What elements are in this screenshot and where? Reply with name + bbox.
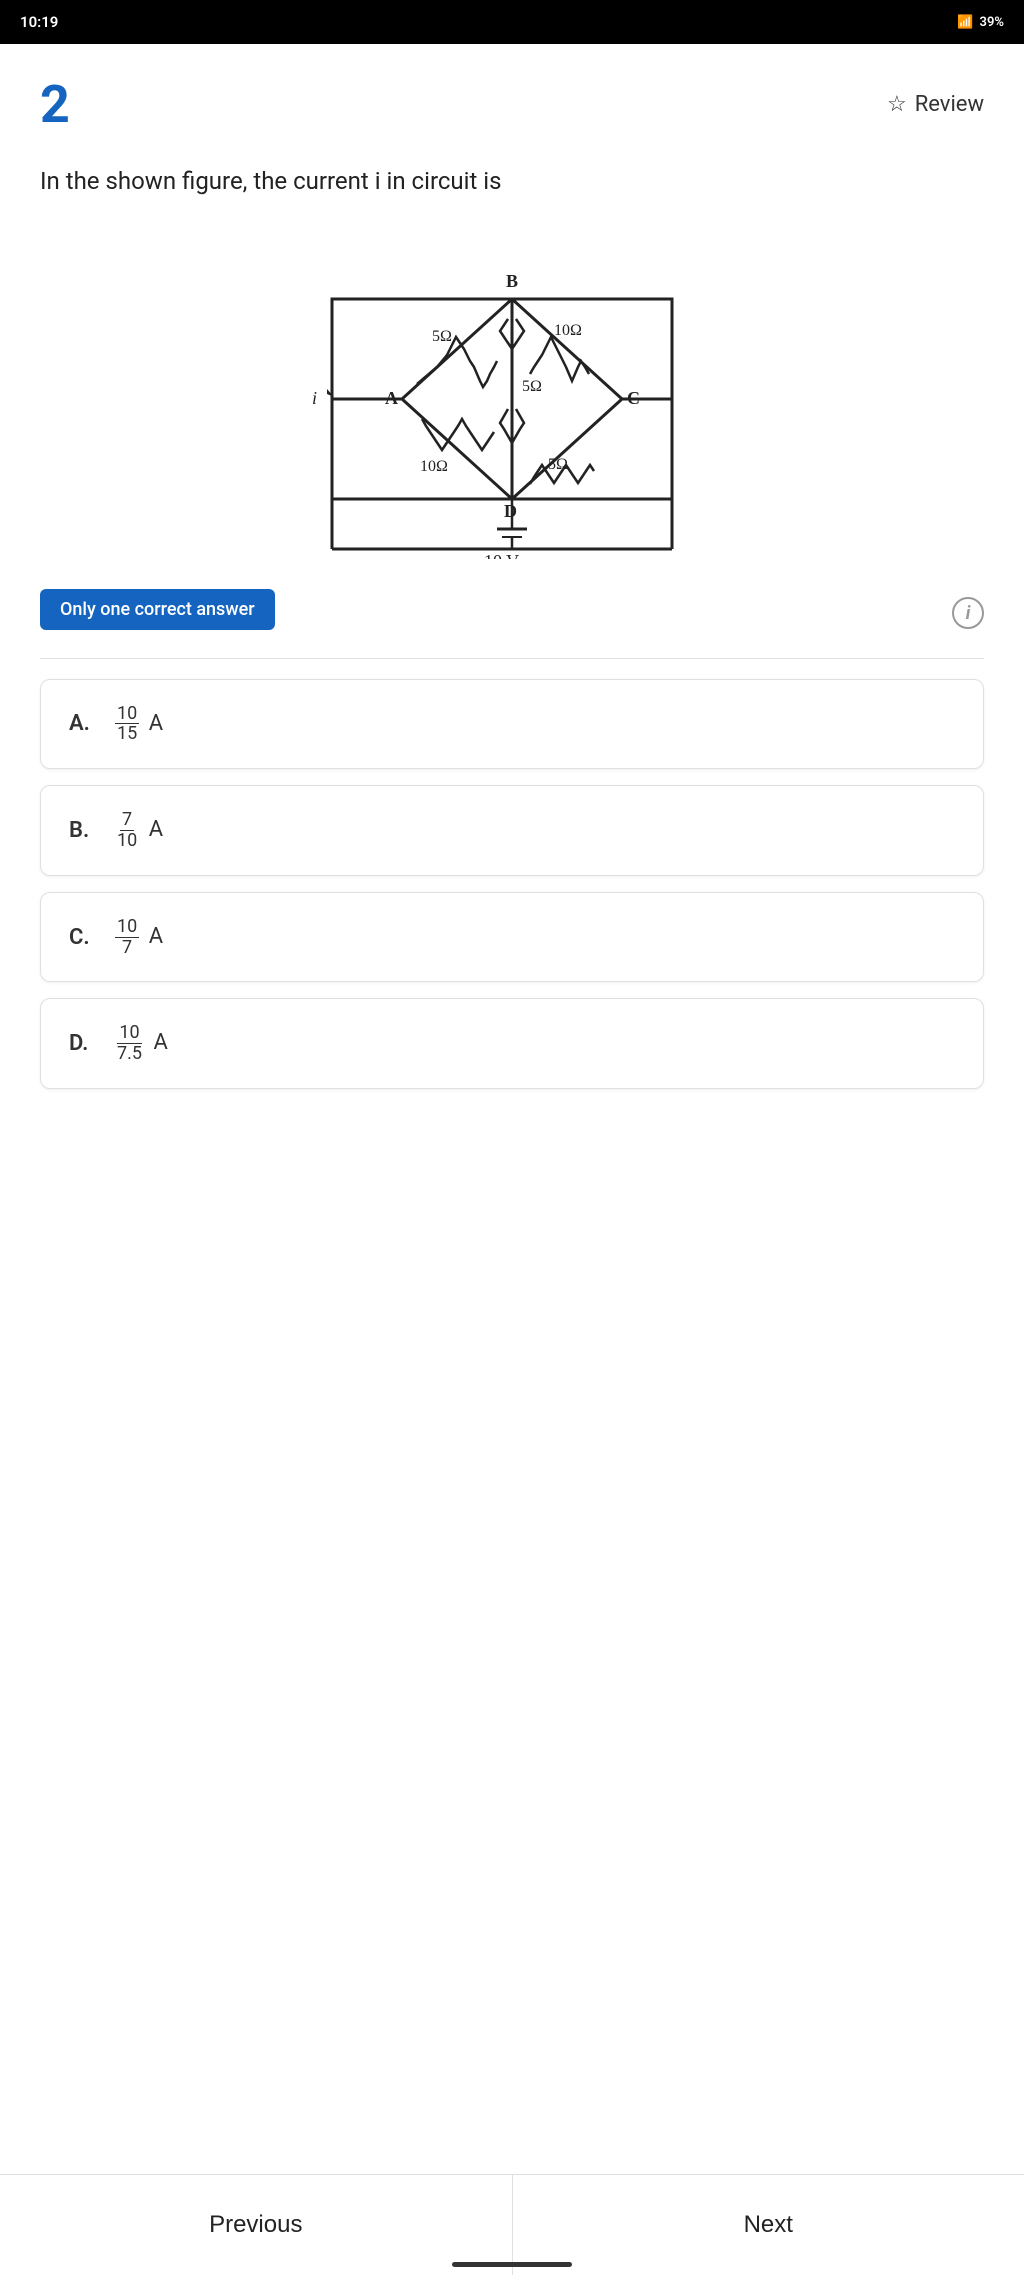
option-c-fraction: 10 7 <box>115 917 139 958</box>
question-header: 2 ☆ Review <box>40 74 984 135</box>
circuit-diagram: 5Ω 10Ω 5Ω 10Ω 5Ω A B C D <box>40 219 984 559</box>
svg-text:D: D <box>504 501 517 521</box>
status-icons: 📶 39% <box>957 15 1004 30</box>
question-number: 2 <box>40 74 70 135</box>
bottom-indicator <box>452 2262 572 2267</box>
svg-text:10Ω: 10Ω <box>554 322 582 339</box>
svg-text:B: B <box>506 271 518 291</box>
option-b-letter: B. <box>69 818 99 843</box>
option-d-content: 10 7.5 A <box>115 1023 168 1064</box>
status-time: 10:19 <box>20 13 58 31</box>
info-icon[interactable]: i <box>952 597 984 629</box>
answer-type-badge: Only one correct answer <box>40 589 275 630</box>
previous-button[interactable]: Previous <box>0 2175 513 2275</box>
svg-text:5Ω: 5Ω <box>548 456 568 473</box>
option-a[interactable]: A. 10 15 A <box>40 679 984 770</box>
option-d[interactable]: D. 10 7.5 A <box>40 998 984 1089</box>
main-content: 2 ☆ Review In the shown figure, the curr… <box>0 44 1024 1329</box>
option-a-fraction: 10 15 <box>115 704 139 745</box>
options-list: A. 10 15 A B. 7 10 A C. <box>40 679 984 1089</box>
svg-text:5Ω: 5Ω <box>432 328 452 345</box>
info-row: Only one correct answer i <box>40 589 984 638</box>
battery-text: 39% <box>980 15 1004 30</box>
svg-text:10 V: 10 V <box>484 551 519 559</box>
svg-text:5Ω: 5Ω <box>522 378 542 395</box>
option-a-letter: A. <box>69 711 99 736</box>
svg-text:10Ω: 10Ω <box>420 458 448 475</box>
option-d-letter: D. <box>69 1031 99 1056</box>
circuit-svg: 5Ω 10Ω 5Ω 10Ω 5Ω A B C D <box>302 219 722 559</box>
question-text: In the shown figure, the current i in ci… <box>40 165 984 199</box>
signal-icon: 📶 <box>957 15 973 30</box>
next-button[interactable]: Next <box>513 2175 1024 2275</box>
divider <box>40 658 984 659</box>
option-c-letter: C. <box>69 925 99 950</box>
review-label: Review <box>915 92 984 117</box>
nav-footer: Previous Next <box>0 2174 1024 2275</box>
status-bar: 10:19 📶 39% <box>0 0 1024 44</box>
option-c[interactable]: C. 10 7 A <box>40 892 984 983</box>
star-icon: ☆ <box>887 92 907 117</box>
review-button[interactable]: ☆ Review <box>887 92 984 117</box>
option-c-content: 10 7 A <box>115 917 163 958</box>
svg-text:i: i <box>312 388 317 408</box>
option-b-content: 7 10 A <box>115 810 163 851</box>
option-b[interactable]: B. 7 10 A <box>40 785 984 876</box>
option-b-fraction: 7 10 <box>115 810 139 851</box>
option-a-content: 10 15 A <box>115 704 163 745</box>
option-d-fraction: 10 7.5 <box>115 1023 144 1064</box>
